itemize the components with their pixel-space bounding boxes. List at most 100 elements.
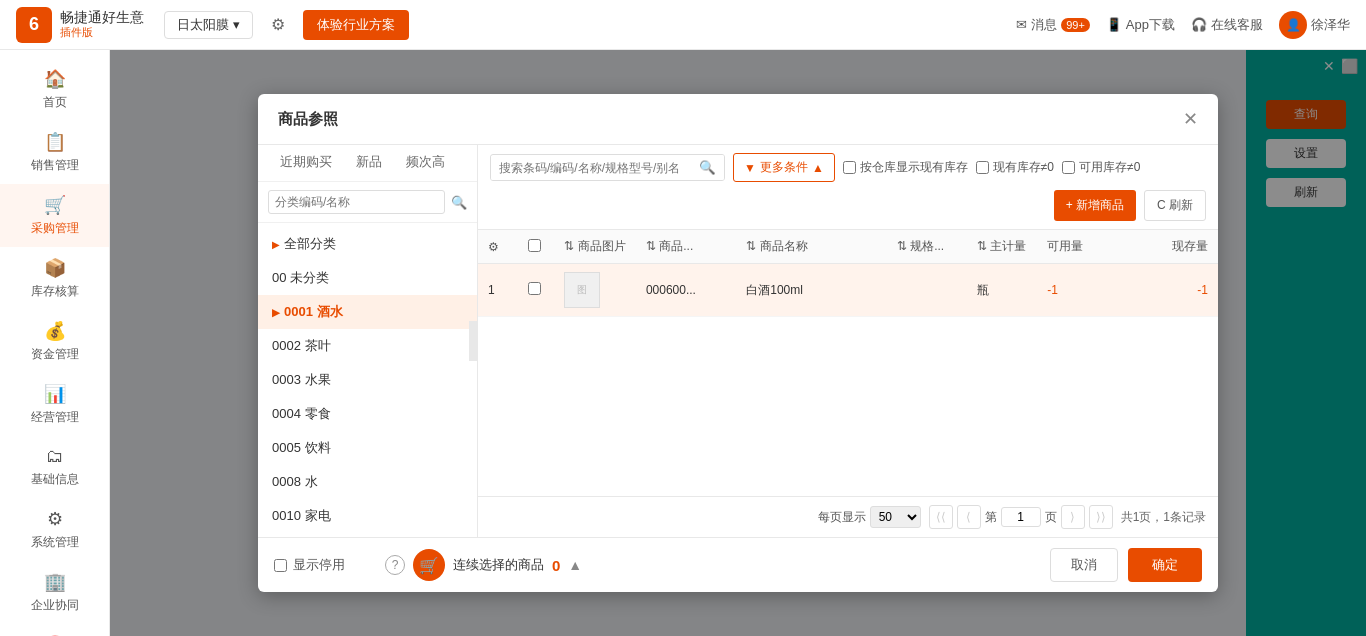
sidebar-item-home[interactable]: 🏠 首页 [0,58,109,121]
experience-button[interactable]: 体验行业方案 [303,10,409,40]
cat-label-0005: 0005 饮料 [272,439,331,457]
settings-icon: ⚙ [488,240,499,254]
table-row[interactable]: 1 图 000600... 白酒100ml [478,264,1218,317]
checkbox-warehouse-input[interactable] [843,161,856,174]
sidebar-item-basic[interactable]: 🗂 基础信息 [0,436,109,498]
sidebar-label-finance: 资金管理 [31,346,79,363]
tab-new[interactable]: 新品 [344,145,394,181]
finance-icon: 💰 [44,320,66,342]
sidebar-item-finance[interactable]: 💰 资金管理 [0,310,109,373]
dropdown-icon: ▾ [233,17,240,32]
sidebar-item-purchase[interactable]: 🛒 采购管理 [0,184,109,247]
cat-arrow-0001: ▶ [272,307,280,318]
last-page-button[interactable]: ⟩⟩ [1089,505,1113,529]
filter-button[interactable]: ▼ 更多条件 ▲ [733,153,835,182]
online-service-item[interactable]: 🎧 在线客服 [1191,16,1263,34]
show-disabled-checkbox[interactable] [274,559,287,572]
cell-unit: 瓶 [967,264,1037,317]
th-available: 可用量 [1037,230,1137,264]
checkbox-warehouse[interactable]: 按仓库显示现有库存 [843,159,968,176]
tab-recent[interactable]: 近期购买 [268,145,344,181]
cancel-button[interactable]: 取消 [1050,548,1118,582]
category-search-icon[interactable]: 🔍 [451,195,467,210]
checkbox-stock-nonzero-input[interactable] [976,161,989,174]
cat-item-0008[interactable]: 0008 水 [258,465,477,499]
logo-name: 畅捷通好生意 [60,9,144,26]
add-product-button[interactable]: + 新增商品 [1054,190,1136,221]
message-item[interactable]: ✉ 消息 99+ [1016,16,1090,34]
user-item[interactable]: 👤 徐泽华 [1279,11,1350,39]
page-number-input[interactable] [1001,507,1041,527]
sidebar-item-operation[interactable]: 📊 经营管理 [0,373,109,436]
operation-icon: 📊 [44,383,66,405]
show-disabled-label[interactable]: 显示停用 [274,556,345,574]
cat-item-0010[interactable]: 0010 家电 [258,499,477,533]
sort-name-icon: ⇅ [746,239,756,253]
cat-item-0001[interactable]: ▶ 0001 酒水 [258,295,477,329]
product-search-input[interactable] [491,156,691,180]
cat-item-0005[interactable]: 0005 饮料 [258,431,477,465]
table-header-row: ⚙ ⇅ 商品图片 [478,230,1218,264]
row-checkbox[interactable] [528,282,541,295]
sidebar-item-enterprise[interactable]: 🏢 企业协同 [0,561,109,624]
th-code: ⇅ 商品... [636,230,736,264]
product-search-box: 🔍 [490,154,725,181]
product-panel: 🔍 ▼ 更多条件 ▲ 按仓库显示现有库存 [478,145,1218,537]
show-disabled-text: 显示停用 [293,556,345,574]
sidebar-item-sales[interactable]: 📋 销售管理 [0,121,109,184]
category-search-area: 🔍 [258,182,477,223]
cell-spec [887,264,967,317]
cat-item-0003[interactable]: 0003 水果 [258,363,477,397]
message-icon: ✉ [1016,17,1027,32]
cat-label-00: 00 未分类 [272,269,329,287]
th-checkbox [518,230,554,264]
help-icon[interactable]: ? [385,555,405,575]
cell-available: -1 [1037,264,1137,317]
system-icon: ⚙ [47,508,63,530]
th-image: ⇅ 商品图片 [554,230,636,264]
th-unit: ⇅ 主计量 [967,230,1037,264]
next-page-button[interactable]: ⟩ [1061,505,1085,529]
select-all-checkbox[interactable] [528,239,541,252]
collapse-button[interactable]: ▲ [568,557,582,573]
app-download-item[interactable]: 📱 App下载 [1106,16,1175,34]
sidebar-label-operation: 经营管理 [31,409,79,426]
sidebar-label-system: 系统管理 [31,534,79,551]
checkbox-warehouse-label: 按仓库显示现有库存 [860,159,968,176]
checkbox-available-nonzero[interactable]: 可用库存≠0 [1062,159,1140,176]
sidebar-item-system[interactable]: ⚙ 系统管理 [0,498,109,561]
tab-frequent[interactable]: 频次高 [394,145,457,181]
confirm-button[interactable]: 确定 [1128,548,1202,582]
refresh-button[interactable]: C 刷新 [1144,190,1206,221]
per-page-select[interactable]: 50 10 20 100 [870,506,921,528]
th-settings[interactable]: ⚙ [478,230,518,264]
sidebar-item-guide[interactable]: 🎯 新手引导 [0,624,109,636]
product-reference-modal: 商品参照 ✕ 近期购买 新品 频次高 [258,94,1218,592]
cat-label-0002: 0002 茶叶 [272,337,331,355]
cat-item-0004[interactable]: 0004 零食 [258,397,477,431]
checkbox-stock-nonzero[interactable]: 现有库存≠0 [976,159,1054,176]
settings-icon[interactable]: ⚙ [263,10,293,40]
cart-button[interactable]: 🛒 [413,549,445,581]
first-page-button[interactable]: ⟨⟨ [929,505,953,529]
sort-spec-icon: ⇅ [897,239,907,253]
cat-item-0002[interactable]: 0002 茶叶 [258,329,477,363]
sidebar-item-inventory[interactable]: 📦 库存核算 [0,247,109,310]
panel-collapse-button[interactable]: 《 [469,321,478,361]
cat-item-all[interactable]: ▶ 全部分类 [258,227,477,261]
content-area: ✕ ⬜ 查询 设置 刷新 商品参照 ✕ [110,50,1366,636]
product-search-button[interactable]: 🔍 [691,155,724,180]
store-selector[interactable]: 日太阳膜 ▾ [164,11,253,39]
modal-close-button[interactable]: ✕ [1183,108,1198,130]
checkbox-available-nonzero-input[interactable] [1062,161,1075,174]
cat-arrow-all: ▶ [272,239,280,250]
cat-item-00[interactable]: 00 未分类 [258,261,477,295]
prev-page-button[interactable]: ⟨ [957,505,981,529]
logo-icon: 6 [16,7,52,43]
category-search-input[interactable] [268,190,445,214]
product-table-container: ⚙ ⇅ 商品图片 [478,230,1218,496]
cat-label-0004: 0004 零食 [272,405,331,423]
page-navigation: ⟨⟨ ⟨ 第 页 ⟩ ⟩⟩ [929,505,1113,529]
top-navigation: 6 畅捷通好生意 插件版 日太阳膜 ▾ ⚙ 体验行业方案 ✉ 消息 99+ 📱 … [0,0,1366,50]
modal-title: 商品参照 [278,110,338,129]
